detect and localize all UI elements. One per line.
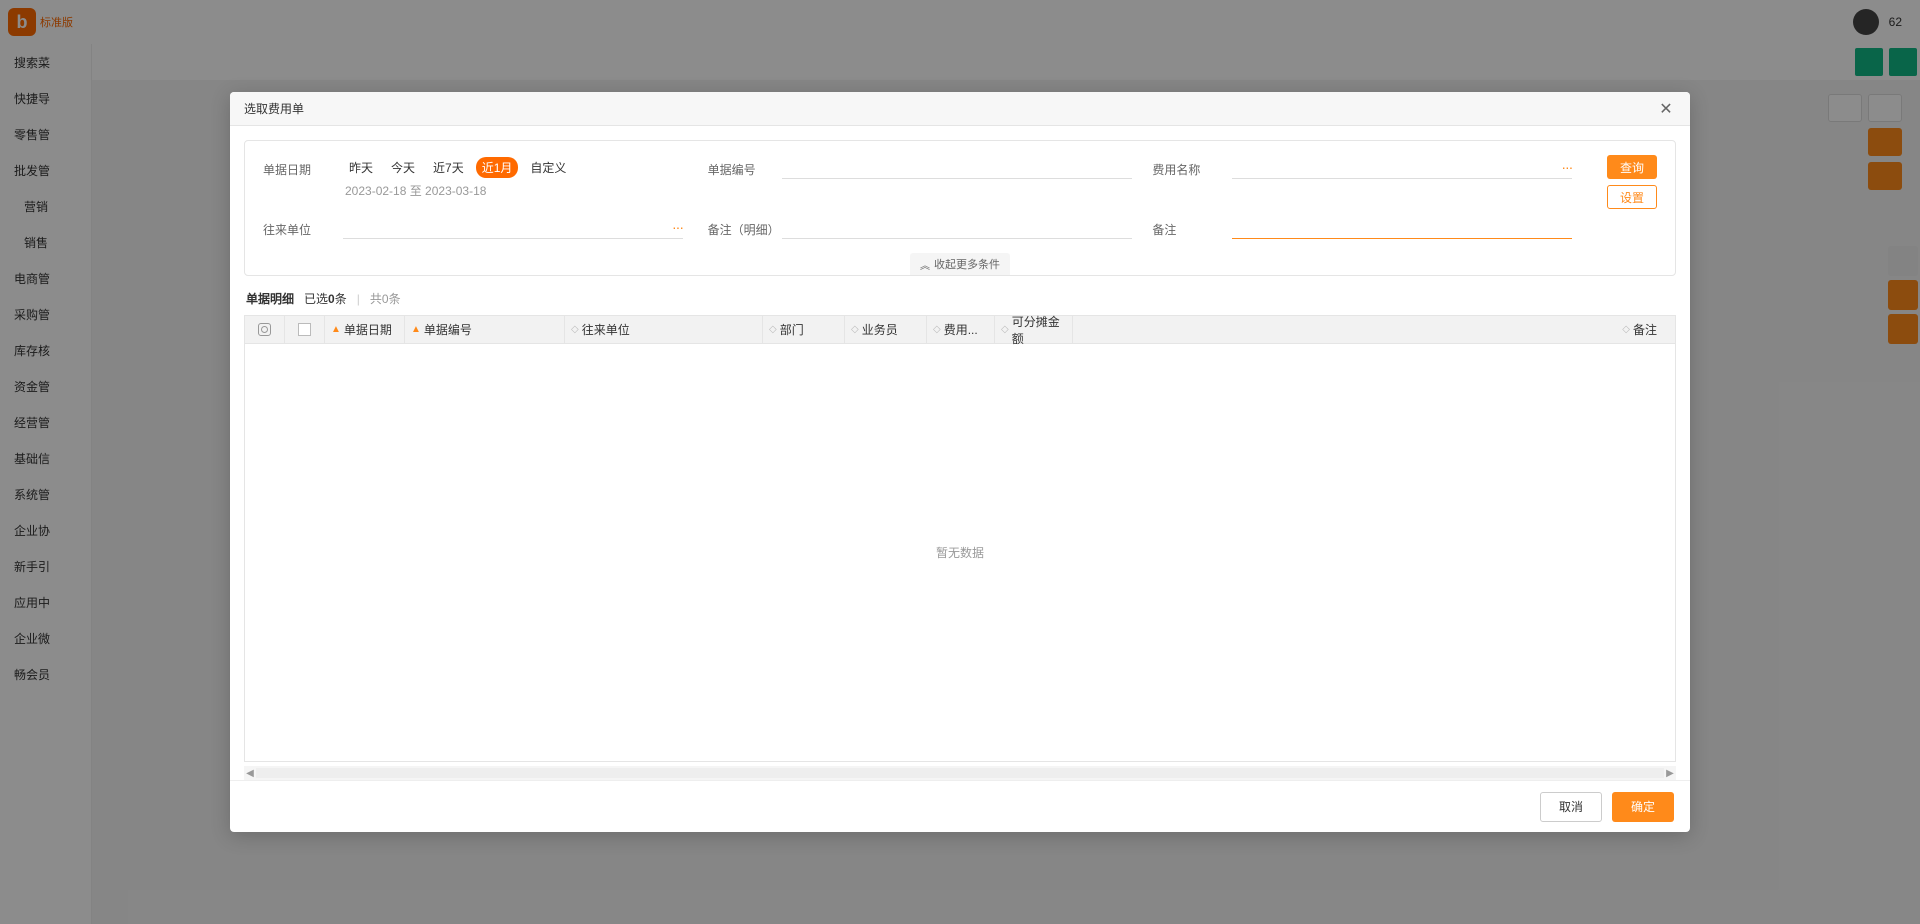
horizontal-scrollbar[interactable]: ◀ ▶ [244, 766, 1676, 780]
memo-detail-input[interactable] [782, 217, 1132, 239]
sort-icon: ◇ [851, 327, 859, 332]
col-date[interactable]: ▲单据日期 [325, 316, 405, 343]
selected-count: 已选0条 [304, 290, 347, 307]
gear-icon [258, 323, 271, 336]
label-fee-name: 费用名称 [1152, 157, 1232, 178]
col-remark[interactable]: ◇备注 [1073, 316, 1675, 343]
col-checkbox[interactable] [285, 316, 325, 343]
sort-asc-icon: ▲ [411, 327, 421, 332]
col-party[interactable]: ◇往来单位 [565, 316, 763, 343]
label-date: 单据日期 [263, 157, 343, 178]
col-staff[interactable]: ◇业务员 [845, 316, 927, 343]
date-option-1m[interactable]: 近1月 [476, 157, 519, 178]
sort-icon: ◇ [769, 327, 777, 332]
scroll-right-icon[interactable]: ▶ [1664, 768, 1676, 779]
detail-title: 单据明细 [246, 290, 294, 307]
date-option-7d[interactable]: 近7天 [427, 157, 470, 178]
date-option-custom[interactable]: 自定义 [524, 157, 572, 178]
settings-button[interactable]: 设置 [1607, 185, 1657, 209]
col-code[interactable]: ▲单据编号 [405, 316, 565, 343]
code-input[interactable] [782, 157, 1132, 179]
col-fee[interactable]: ◇费用... [927, 316, 995, 343]
more-icon[interactable]: ··· [1561, 159, 1572, 175]
filter-fee-name: 费用名称 ··· [1152, 157, 1577, 179]
query-button[interactable]: 查询 [1607, 155, 1657, 179]
scroll-track[interactable] [256, 768, 1664, 778]
confirm-button[interactable]: 确定 [1612, 792, 1674, 822]
label-memo: 备注 [1152, 217, 1232, 238]
scroll-left-icon[interactable]: ◀ [244, 768, 256, 779]
modal-footer: 取消 确定 [230, 780, 1690, 832]
sort-icon: ◇ [933, 327, 941, 332]
modal-header: 选取费用单 ✕ [230, 92, 1690, 126]
date-option-yesterday[interactable]: 昨天 [343, 157, 379, 178]
filter-code: 单据编号 [708, 157, 1133, 179]
collapse-toggle[interactable]: ︽ 收起更多条件 [910, 253, 1010, 275]
cancel-button[interactable]: 取消 [1540, 792, 1602, 822]
modal-title: 选取费用单 [244, 100, 304, 117]
checkbox-icon [298, 323, 311, 336]
modal-overlay: 选取费用单 ✕ 单据日期 昨天 今天 近7天 [0, 0, 1920, 924]
party-input[interactable] [343, 217, 683, 239]
memo-input[interactable] [1232, 217, 1572, 239]
filter-date: 单据日期 昨天 今天 近7天 近1月 自定义 2023-02-18 至 2023… [263, 157, 688, 199]
sort-asc-icon: ▲ [331, 327, 341, 332]
detail-header: 单据明细 已选0条 | 共0条 [246, 290, 1676, 307]
col-settings[interactable] [245, 316, 285, 343]
more-icon[interactable]: ··· [672, 219, 683, 235]
table: ▲单据日期 ▲单据编号 ◇往来单位 ◇部门 ◇业务员 ◇费用... ◇可分摊金额… [244, 315, 1676, 762]
date-option-today[interactable]: 今天 [385, 157, 421, 178]
filter-memo: 备注 [1152, 217, 1577, 239]
fee-name-input[interactable] [1232, 157, 1572, 179]
filter-memo-detail: 备注（明细） [708, 217, 1133, 239]
label-party: 往来单位 [263, 217, 343, 238]
total-count: 共0条 [370, 290, 401, 307]
table-empty: 暂无数据 [245, 344, 1675, 761]
col-amount[interactable]: ◇可分摊金额 [995, 316, 1073, 343]
sort-icon: ◇ [571, 327, 579, 332]
filter-party: 往来单位 ··· [263, 217, 688, 239]
close-icon[interactable]: ✕ [1656, 99, 1676, 119]
collapse-label: 收起更多条件 [934, 256, 1000, 272]
table-header: ▲单据日期 ▲单据编号 ◇往来单位 ◇部门 ◇业务员 ◇费用... ◇可分摊金额… [245, 316, 1675, 344]
filter-panel: 单据日期 昨天 今天 近7天 近1月 自定义 2023-02-18 至 2023… [244, 140, 1676, 276]
sort-icon: ◇ [1622, 327, 1630, 332]
label-memo-detail: 备注（明细） [708, 217, 783, 238]
modal-body: 单据日期 昨天 今天 近7天 近1月 自定义 2023-02-18 至 2023… [230, 126, 1690, 780]
col-dept[interactable]: ◇部门 [763, 316, 845, 343]
date-range-text: 2023-02-18 至 2023-03-18 [345, 182, 572, 199]
sort-icon: ◇ [1001, 327, 1009, 332]
label-code: 单据编号 [708, 157, 783, 178]
chevron-up-icon: ︽ [920, 257, 930, 272]
modal: 选取费用单 ✕ 单据日期 昨天 今天 近7天 [230, 92, 1690, 832]
